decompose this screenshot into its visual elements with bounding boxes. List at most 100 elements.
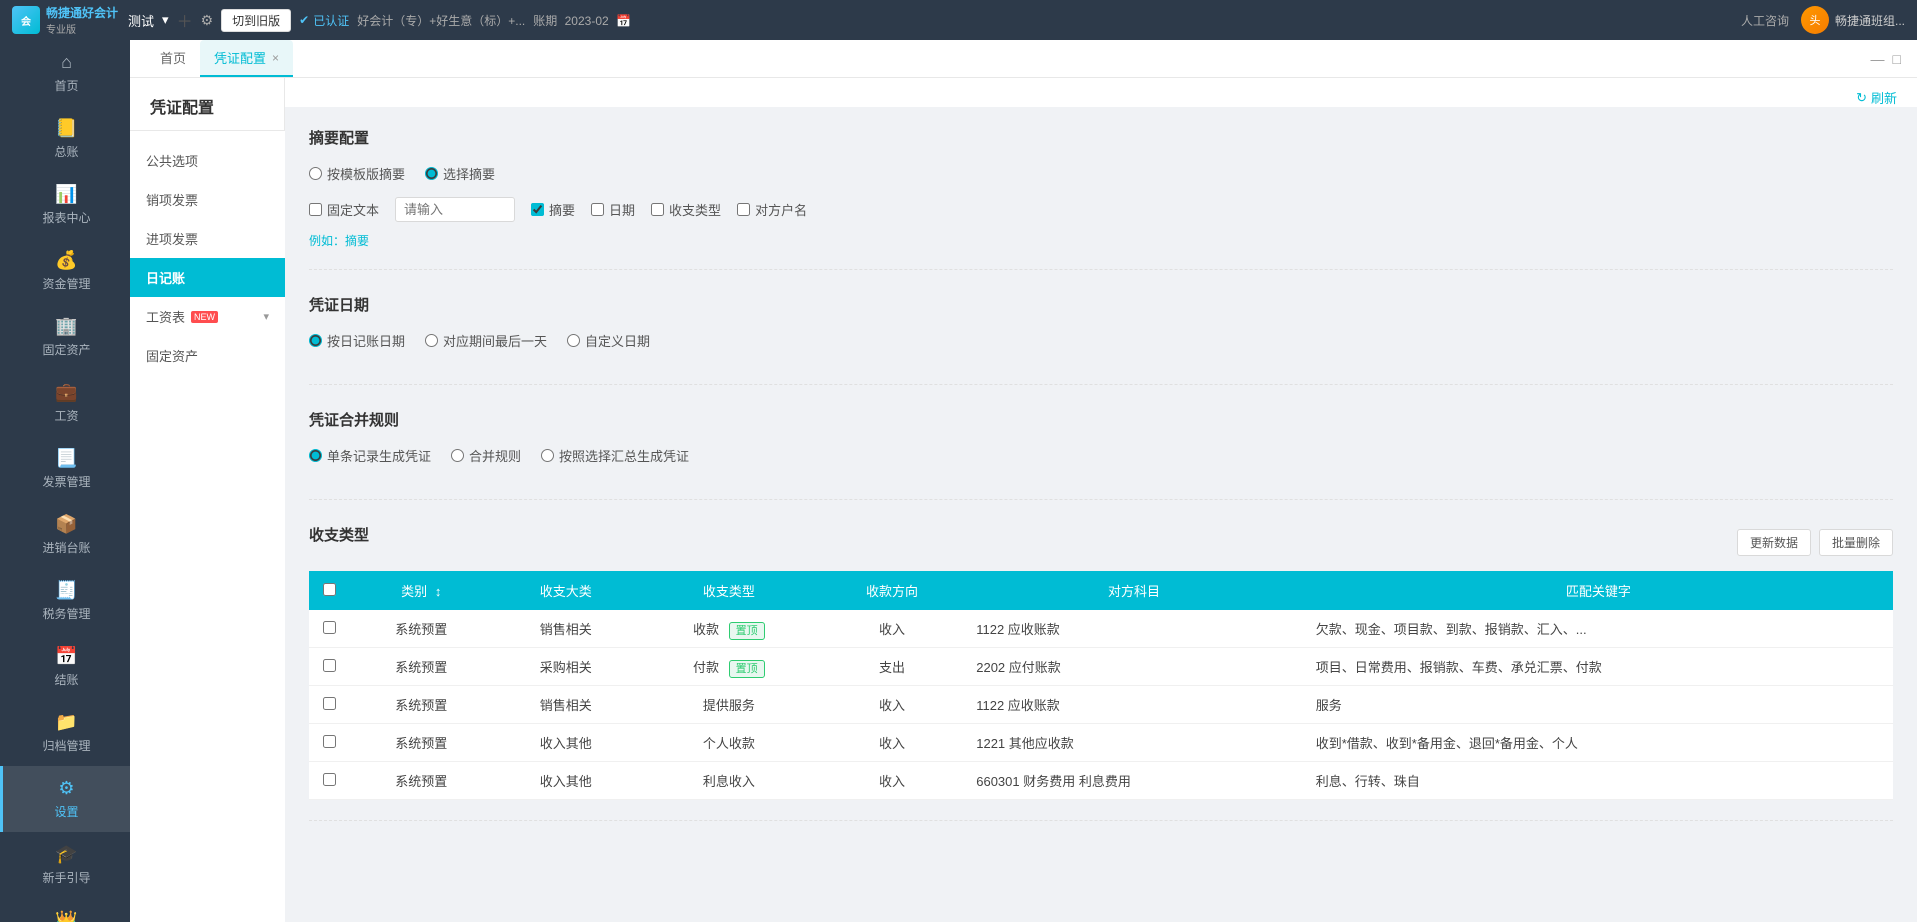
sidebar-item-reports-label: 报表中心 xyxy=(42,209,90,226)
row-checkbox-1[interactable] xyxy=(309,610,349,648)
calendar-icon[interactable]: 📅 xyxy=(616,14,631,28)
tab-actions: — □ xyxy=(1871,51,1901,67)
consult-btn[interactable]: 人工咨询 xyxy=(1741,12,1789,29)
summary-checkbox-label[interactable]: 摘要 xyxy=(531,200,575,219)
summary-radio-template-input[interactable] xyxy=(309,167,322,180)
sidebar-item-tax-label: 税务管理 xyxy=(42,605,90,622)
settings-icon[interactable]: ⚙ xyxy=(201,12,214,29)
summary-radio-select[interactable]: 选择摘要 xyxy=(425,164,495,183)
th-direction: 收款方向 xyxy=(820,571,964,610)
summary-radio-template[interactable]: 按模板版摘要 xyxy=(309,164,405,183)
sidebar-item-stock[interactable]: 📦 进销台账 xyxy=(0,502,130,568)
home-icon: ⌂ xyxy=(61,52,72,73)
counterpart-checkbox[interactable] xyxy=(737,203,750,216)
table-row: 系统预置 销售相关 提供服务 收入 1122 应收账款 服务 xyxy=(309,686,1893,724)
row-category-2: 系统预置 xyxy=(349,648,493,686)
update-data-btn[interactable]: 更新数据 xyxy=(1737,529,1811,556)
sidebar-item-reports[interactable]: 📊 报表中心 xyxy=(0,172,130,238)
row-major-1: 销售相关 xyxy=(493,610,637,648)
sidebar-item-assets[interactable]: 🏢 固定资产 xyxy=(0,304,130,370)
minimize-btn[interactable]: — xyxy=(1871,51,1885,67)
tab-home[interactable]: 首页 xyxy=(146,40,200,77)
sidebar-item-funds[interactable]: 💰 资金管理 xyxy=(0,238,130,304)
fixed-text-label[interactable]: 固定文本 xyxy=(309,200,379,219)
left-nav-fixed-assets[interactable]: 固定资产 xyxy=(130,336,285,375)
stock-icon: 📦 xyxy=(55,514,77,535)
merge-radio-rules[interactable]: 合并规则 xyxy=(451,446,521,465)
main-layout: ⌂ 首页 📒 总账 📊 报表中心 💰 资金管理 🏢 固定资产 💼 工资 📃 发票… xyxy=(0,40,1917,922)
left-nav-purchase-invoice[interactable]: 进项发票 xyxy=(130,219,285,258)
refresh-btn[interactable]: ↻ 刷新 xyxy=(1856,88,1897,107)
invoice-icon: 📃 xyxy=(55,448,77,469)
sidebar-item-salary[interactable]: 💼 工资 xyxy=(0,370,130,436)
counterpart-checkbox-label[interactable]: 对方户名 xyxy=(737,200,807,219)
pay-type-checkbox[interactable] xyxy=(651,203,664,216)
sidebar-item-close[interactable]: 📅 结账 xyxy=(0,634,130,700)
date-radio-journal-input[interactable] xyxy=(309,334,322,347)
voucher-merge-radio-group: 单条记录生成凭证 合并规则 按照选择汇总生成凭证 xyxy=(309,446,1893,465)
left-nav-payroll[interactable]: 工资表 NEW ▾ xyxy=(130,297,285,336)
sidebar-item-guide[interactable]: 🎓 新手引导 xyxy=(0,832,130,898)
table-header-row: 类别 ↕ 收支大类 收支类型 收款方向 对方科目 匹配关键字 xyxy=(309,571,1893,610)
user-info: 头 畅捷通班组... xyxy=(1801,6,1905,34)
select-all-checkbox[interactable] xyxy=(323,583,336,596)
sidebar-item-invoice[interactable]: 📃 发票管理 xyxy=(0,436,130,502)
left-nav-journal[interactable]: 日记账 xyxy=(130,258,285,297)
tax-icon: 🧾 xyxy=(55,580,77,601)
sidebar-item-settings[interactable]: ⚙ 设置 xyxy=(0,766,130,832)
sidebar-item-archive[interactable]: 📁 归档管理 xyxy=(0,700,130,766)
settings-sidebar-icon: ⚙ xyxy=(58,778,74,799)
tab-voucher-config[interactable]: 凭证配置 × xyxy=(200,40,293,77)
merge-radio-total[interactable]: 按照选择汇总生成凭证 xyxy=(541,446,689,465)
row-account-1: 1122 应收账款 xyxy=(964,610,1303,648)
date-radio-last[interactable]: 对应期间最后一天 xyxy=(425,331,547,350)
new-badge: NEW xyxy=(191,311,218,323)
summary-checkbox[interactable] xyxy=(531,203,544,216)
topbar-right: 人工咨询 头 畅捷通班组... xyxy=(1741,6,1905,34)
sort-icon[interactable]: ↕ xyxy=(435,584,442,599)
sidebar-item-member[interactable]: 👑 畅会员 xyxy=(0,898,130,922)
tab-close-btn[interactable]: × xyxy=(272,51,279,65)
sidebar-item-tax[interactable]: 🧾 税务管理 xyxy=(0,568,130,634)
reports-icon: 📊 xyxy=(55,184,77,205)
merge-radio-total-input[interactable] xyxy=(541,449,554,462)
date-radio-custom[interactable]: 自定义日期 xyxy=(567,331,650,350)
fixed-text-input[interactable] xyxy=(395,197,515,222)
sidebar-item-assets-label: 固定资产 xyxy=(42,341,90,358)
th-major-type: 收支大类 xyxy=(493,571,637,610)
sidebar-item-home-label: 首页 xyxy=(54,77,78,94)
row-major-2: 采购相关 xyxy=(493,648,637,686)
fixed-text-checkbox[interactable] xyxy=(309,203,322,216)
pay-type-checkbox-label[interactable]: 收支类型 xyxy=(651,200,721,219)
merge-radio-rules-input[interactable] xyxy=(451,449,464,462)
batch-delete-btn[interactable]: 批量删除 xyxy=(1819,529,1893,556)
date-radio-custom-input[interactable] xyxy=(567,334,580,347)
summary-radio-select-input[interactable] xyxy=(425,167,438,180)
merge-radio-single[interactable]: 单条记录生成凭证 xyxy=(309,446,431,465)
row-account-5: 660301 财务费用 利息费用 xyxy=(964,762,1303,800)
date-checkbox-label[interactable]: 日期 xyxy=(591,200,635,219)
row-checkbox-4[interactable] xyxy=(309,724,349,762)
row-checkbox-5[interactable] xyxy=(309,762,349,800)
left-nav-public[interactable]: 公共选项 xyxy=(130,141,285,180)
maximize-btn[interactable]: □ xyxy=(1893,51,1901,67)
right-outer: ↻ 刷新 摘要配置 按模板版摘要 xyxy=(285,78,1917,922)
switch-old-btn[interactable]: 切到旧版 xyxy=(221,9,291,32)
content-split: 凭证配置 公共选项 销项发票 进项发票 日记账 xyxy=(130,78,1917,922)
date-radio-last-input[interactable] xyxy=(425,334,438,347)
date-radio-journal[interactable]: 按日记账日期 xyxy=(309,331,405,350)
merge-radio-single-input[interactable] xyxy=(309,449,322,462)
row-checkbox-3[interactable] xyxy=(309,686,349,724)
row-checkbox-2[interactable] xyxy=(309,648,349,686)
example-text: 例如：摘要 xyxy=(309,232,1893,249)
add-icon[interactable]: ＋ xyxy=(177,8,193,32)
test-dropdown[interactable]: ▾ xyxy=(162,12,169,28)
guide-icon: 🎓 xyxy=(55,844,77,865)
left-nav-sales-invoice[interactable]: 销项发票 xyxy=(130,180,285,219)
sidebar-item-ledger[interactable]: 📒 总账 xyxy=(0,106,130,172)
top-badge-1: 置顶 xyxy=(729,622,765,640)
certified-status: ✔ 已认证 xyxy=(299,12,349,29)
date-checkbox[interactable] xyxy=(591,203,604,216)
funds-icon: 💰 xyxy=(55,250,77,271)
sidebar-item-home[interactable]: ⌂ 首页 xyxy=(0,40,130,106)
